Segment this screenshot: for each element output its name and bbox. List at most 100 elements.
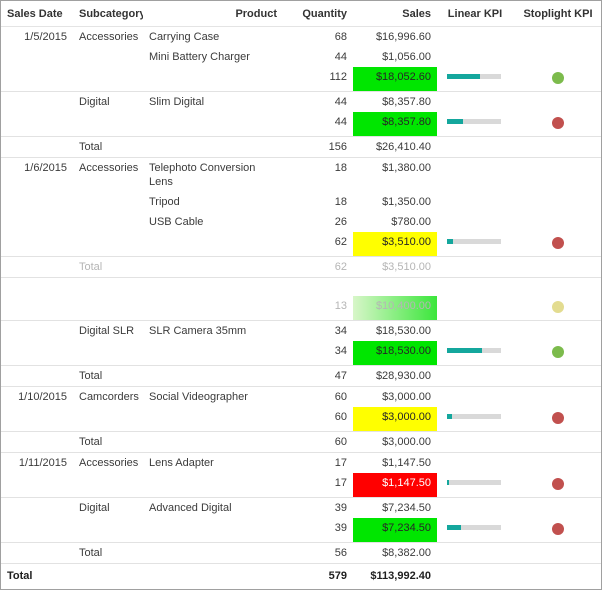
cell-product [143, 472, 283, 498]
table-row: 39 $7,234.50 [1, 517, 601, 543]
cell-subcategory: Camcorders [79, 390, 139, 403]
cell-subcategory: Total [73, 256, 143, 278]
cell-quantity: 60 [283, 431, 353, 453]
linear-kpi-bar-fill [447, 347, 482, 353]
table-row: Total 47 $28,930.00 [1, 365, 601, 387]
cell-sales: $16,996.60 [375, 31, 431, 43]
cell-sales: $3,510.00 [353, 232, 437, 257]
linear-kpi-bar-fill [447, 413, 453, 419]
cell-linear-kpi [437, 158, 513, 193]
cell-sales: $18,052.60 [353, 67, 437, 92]
cell-sales-date [1, 542, 73, 564]
cell-quantity: 39 [334, 501, 347, 514]
cell-sales: $10,400.00 [353, 295, 437, 321]
cell-sales-date [1, 497, 73, 518]
cell-linear-kpi [437, 192, 513, 212]
cell-quantity: 47 [283, 365, 353, 387]
table-row: 44 $8,357.80 [1, 112, 601, 137]
cell-sales: $8,382.00 [353, 542, 437, 564]
grand-total-subcategory [73, 562, 143, 589]
cell-linear-kpi [437, 452, 513, 473]
linear-kpi-bar [447, 413, 501, 419]
cell-sales-date [1, 517, 73, 543]
cell-sales-date [1, 92, 73, 113]
cell-subcategory [73, 340, 143, 366]
cell-stoplight-kpi [513, 472, 601, 498]
table-header: Sales Date Subcategory Product Quantity … [1, 1, 601, 27]
grand-total-kpi [437, 562, 513, 589]
cell-subcategory [73, 295, 143, 321]
cell-quantity: 13 [283, 295, 353, 321]
cell-subcategory: Total [73, 542, 143, 564]
cell-product: Advanced Digital [149, 501, 232, 514]
linear-kpi-bar-fill [447, 524, 461, 530]
cell-stoplight-kpi [513, 295, 601, 321]
cell-subcategory [73, 67, 143, 92]
cell-sales: $18,530.00 [353, 340, 437, 366]
linear-kpi-bar-fill [447, 479, 450, 485]
cell-subcategory: Digital SLR [79, 324, 135, 337]
cell-linear-kpi [437, 431, 513, 453]
sales-report-table: Sales Date Subcategory Product Quantity … [1, 1, 601, 589]
cell-sales-date [1, 365, 73, 387]
cell-sales: $3,000.00 [353, 406, 437, 432]
cell-product: SLR Camera 35mm [149, 324, 247, 337]
cell-sales-date: 1/5/2015 [24, 31, 67, 43]
cell-stoplight-kpi [513, 365, 601, 387]
cell-quantity: 39 [283, 517, 353, 543]
column-header-stoplight-kpi: Stoplight KPI [513, 1, 601, 27]
linear-kpi-bar-fill [447, 119, 463, 124]
cell-sales: $18,530.00 [375, 324, 431, 337]
cell-product [143, 517, 283, 543]
cell-quantity: 156 [283, 136, 353, 158]
cell-linear-kpi [437, 340, 513, 366]
cell-product: Carrying Case [149, 31, 220, 43]
stoplight-red-indicator-icon [552, 522, 564, 535]
cell-sales: $7,234.50 [353, 517, 437, 543]
cell-product [143, 365, 283, 387]
linear-kpi-bar [447, 74, 501, 79]
stoplight-red-indicator-icon [552, 411, 564, 424]
grand-total-product [143, 562, 283, 589]
cell-quantity: 34 [283, 340, 353, 366]
cell-subcategory: Digital [79, 501, 110, 514]
cell-product: Lens Adapter [149, 456, 214, 469]
cell-linear-kpi [437, 47, 513, 67]
grand-total-row: Total 579 $113,992.40 [1, 562, 601, 589]
cell-quantity: 44 [283, 112, 353, 137]
linear-kpi-bar [447, 239, 501, 244]
cell-linear-kpi [437, 27, 513, 48]
cell-subcategory [73, 406, 143, 432]
cell-subcategory [73, 192, 143, 212]
cell-sales-date [1, 112, 73, 137]
cell-product [143, 232, 283, 257]
column-header-linear-kpi: Linear KPI [437, 1, 513, 27]
cell-linear-kpi [437, 472, 513, 498]
cell-stoplight-kpi [513, 92, 601, 113]
cell-sales-date [1, 136, 73, 158]
cell-product [143, 542, 283, 564]
cell-product [143, 136, 283, 158]
cell-stoplight-kpi [513, 256, 601, 278]
cell-product: Mini Battery Charger [149, 51, 250, 63]
cell-product [143, 295, 283, 321]
cell-linear-kpi [437, 517, 513, 543]
table-row: Digital SLR SLR Camera 35mm 34 $18,530.00 [1, 320, 601, 341]
cell-stoplight-kpi [513, 192, 601, 212]
cell-stoplight-kpi [513, 158, 601, 193]
cell-sales: $1,380.00 [382, 162, 431, 174]
linear-kpi-bar-fill [447, 74, 481, 79]
cell-sales-date [1, 472, 73, 498]
cell-sales: $1,147.50 [382, 456, 431, 469]
cell-linear-kpi [437, 295, 513, 321]
cell-sales: $8,357.80 [382, 96, 431, 108]
cell-sales-date: 1/10/2015 [18, 390, 67, 403]
cell-linear-kpi [437, 112, 513, 137]
table-row: 1/11/2015 Accessories Lens Adapter 17 $1,147… [1, 452, 601, 473]
stoplight-green-indicator-icon [552, 72, 564, 84]
cell-subcategory: Total [73, 365, 143, 387]
cell-linear-kpi [437, 320, 513, 341]
grand-total-quantity: 579 [283, 562, 353, 589]
cell-subcategory: Accessories [79, 456, 139, 469]
cell-linear-kpi [437, 256, 513, 278]
